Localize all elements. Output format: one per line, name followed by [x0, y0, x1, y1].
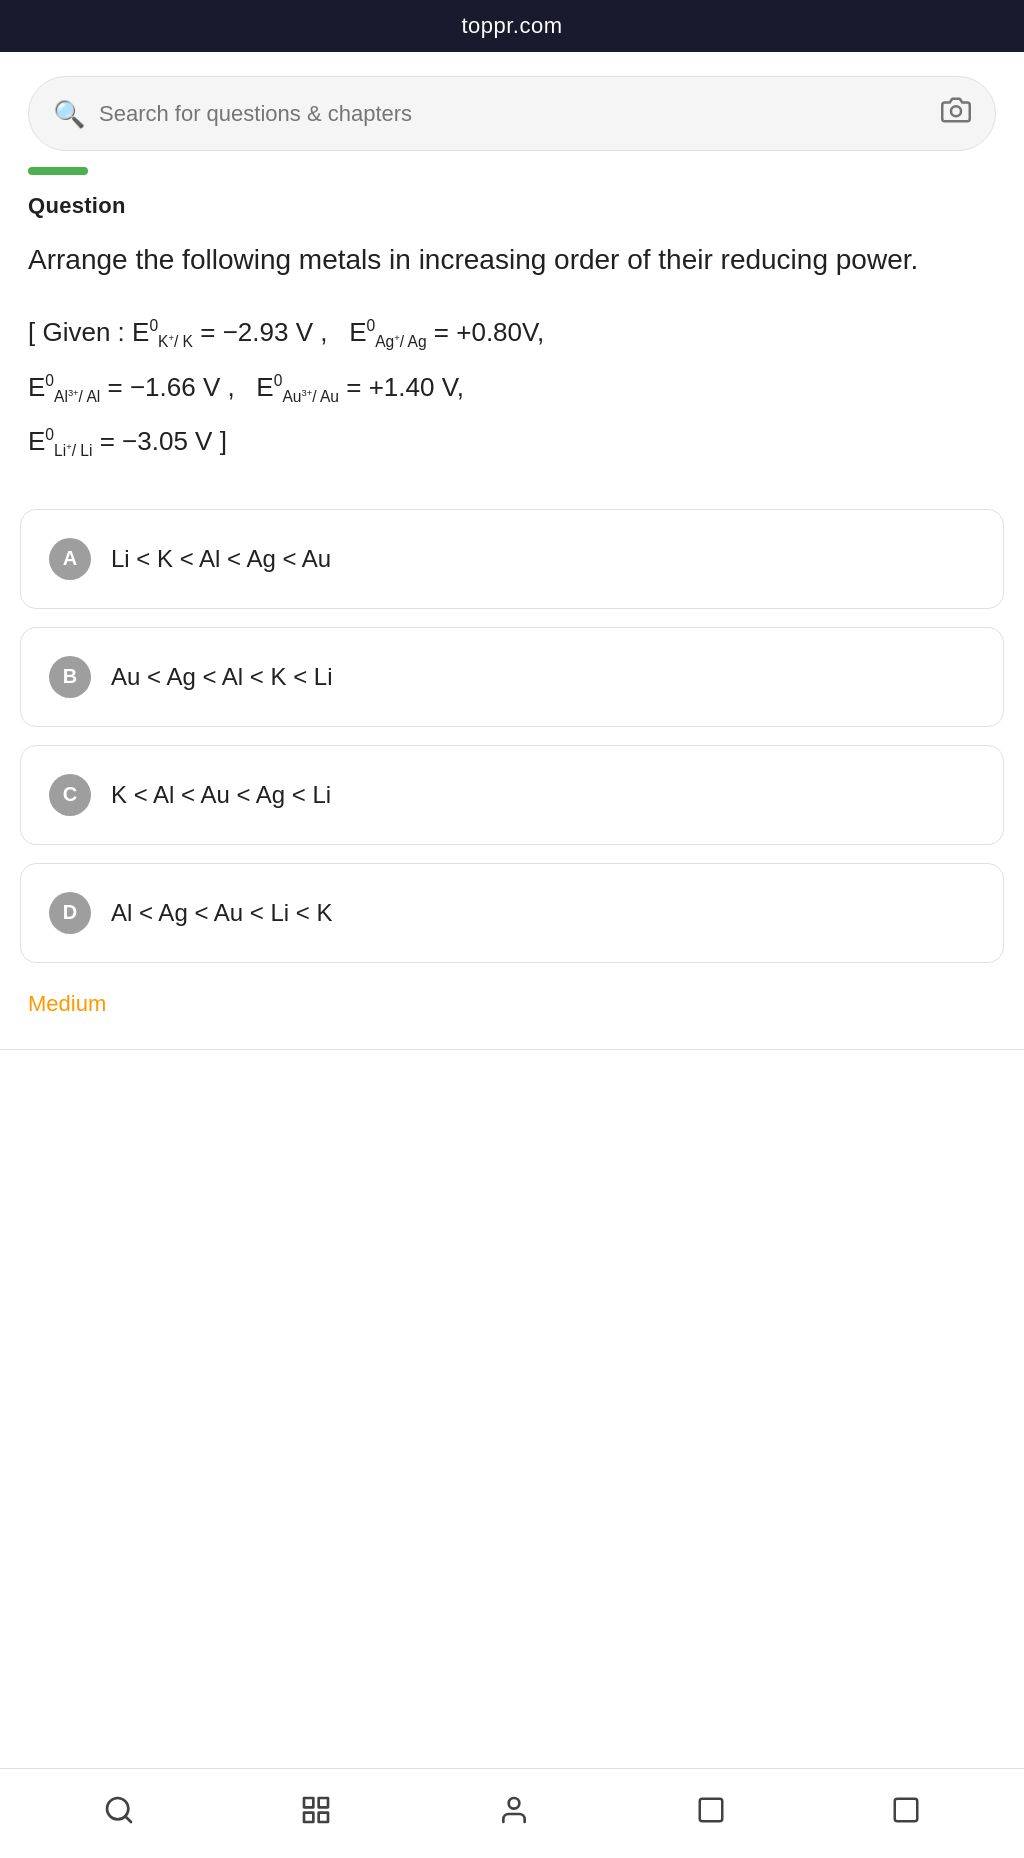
given-line-3: E0Li+/ Li = −3.05 V ]: [28, 414, 996, 469]
given-line-2: E0Al3+/ Al = −1.66 V , E0Au3+/ Au = +1.4…: [28, 360, 996, 415]
nav-grid2[interactable]: [891, 1795, 921, 1833]
svg-line-2: [125, 1816, 131, 1822]
svg-rect-5: [304, 1812, 313, 1821]
options-container: A Li < K < Al < Ag < Au B Au < Ag < Al <…: [0, 501, 1024, 987]
question-text: Arrange the following metals in increasi…: [28, 239, 996, 281]
option-b[interactable]: B Au < Ag < Al < K < Li: [20, 627, 1004, 727]
question-label: Question: [28, 193, 126, 218]
search-bar[interactable]: 🔍: [28, 76, 996, 151]
grid2-nav-icon: [891, 1795, 921, 1833]
search-input[interactable]: [99, 101, 927, 127]
bottom-nav: [0, 1768, 1024, 1858]
svg-rect-6: [319, 1812, 328, 1821]
search-nav-icon: [103, 1794, 135, 1834]
option-a-text: Li < K < Al < Ag < Au: [111, 545, 331, 573]
option-d[interactable]: D Al < Ag < Au < Li < K: [20, 863, 1004, 963]
bookmark-nav-icon: [300, 1794, 332, 1834]
option-c-label: C: [49, 774, 91, 816]
option-d-text: Al < Ag < Au < Li < K: [111, 899, 333, 927]
svg-rect-9: [895, 1798, 918, 1821]
option-d-label: D: [49, 892, 91, 934]
grid1-nav-icon: [696, 1795, 726, 1833]
question-body: Arrange the following metals in increasi…: [0, 223, 1024, 501]
divider: [0, 1049, 1024, 1050]
question-label-row: Question: [0, 175, 1024, 223]
svg-point-7: [509, 1798, 520, 1809]
search-container: 🔍: [0, 52, 1024, 167]
option-c-text: K < Al < Au < Ag < Li: [111, 781, 331, 809]
app-title: toppr.com: [461, 13, 562, 39]
nav-profile[interactable]: [498, 1794, 530, 1834]
option-c[interactable]: C K < Al < Au < Ag < Li: [20, 745, 1004, 845]
top-bar: toppr.com: [0, 0, 1024, 52]
option-b-text: Au < Ag < Al < K < Li: [111, 663, 333, 691]
option-a[interactable]: A Li < K < Al < Ag < Au: [20, 509, 1004, 609]
nav-search[interactable]: [103, 1794, 135, 1834]
nav-bookmark[interactable]: [300, 1794, 332, 1834]
given-line-1: [ Given : E0K+/ K = −2.93 V , E0Ag+/ Ag …: [28, 305, 996, 360]
svg-rect-3: [304, 1798, 313, 1807]
svg-rect-4: [319, 1798, 328, 1807]
difficulty-row: Medium: [0, 987, 1024, 1049]
given-block: [ Given : E0K+/ K = −2.93 V , E0Ag+/ Ag …: [28, 305, 996, 469]
profile-nav-icon: [498, 1794, 530, 1834]
question-strip: [28, 167, 88, 175]
search-icon: 🔍: [53, 101, 85, 127]
svg-point-0: [951, 106, 961, 116]
camera-icon[interactable]: [941, 95, 971, 132]
option-a-label: A: [49, 538, 91, 580]
svg-rect-8: [699, 1798, 722, 1821]
option-b-label: B: [49, 656, 91, 698]
difficulty-label: Medium: [28, 991, 106, 1016]
nav-grid1[interactable]: [696, 1795, 726, 1833]
